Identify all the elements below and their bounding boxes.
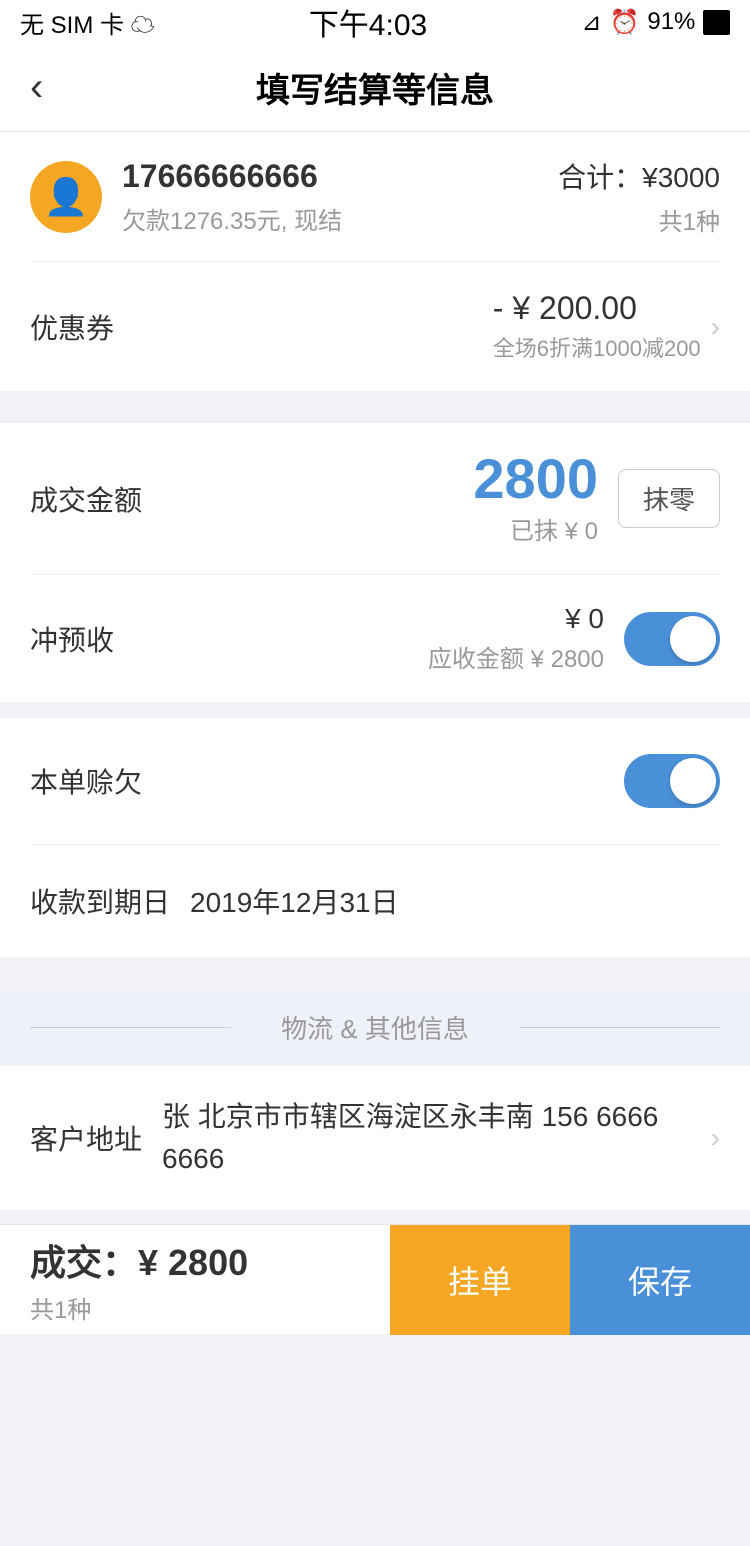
address-row[interactable]: 客户地址 张 北京市市辖区海淀区永丰南 156 6666 6666 › (30, 1066, 720, 1210)
address-label: 客户地址 (30, 1118, 142, 1158)
address-section: 客户地址 张 北京市市辖区海淀区永丰南 156 6666 6666 › (0, 1066, 750, 1210)
toggle-knob (670, 616, 716, 662)
prepay-amount-block: ¥ 0 应收金额 ¥ 2800 (428, 603, 604, 674)
deal-section: 成交金额 2800 已抹 ¥ 0 抹零 冲预收 ¥ 0 应收金额 ¥ 2800 (0, 423, 750, 702)
bad-debt-toggle-knob (670, 758, 716, 804)
logistics-title: 物流 & 其他信息 (281, 1009, 469, 1046)
due-date-label: 收款到期日 (30, 881, 170, 921)
prepay-row: 冲预收 ¥ 0 应收金额 ¥ 2800 (30, 574, 720, 702)
nav-bar: ‹ 填写结算等信息 (0, 44, 750, 132)
bottom-count: 共1种 (30, 1290, 360, 1325)
battery-level: 91% (647, 8, 695, 36)
coupon-right: - ¥ 200.00 全场6折满1000减200 › (493, 290, 720, 363)
bad-debt-toggle[interactable] (624, 754, 720, 808)
chevron-right-icon: › (711, 311, 720, 343)
user-phone: 17666666666 (122, 158, 342, 195)
user-info: 17666666666 欠款1276.35元, 现结 (122, 158, 342, 236)
deal-label: 成交金额 (30, 479, 142, 519)
item-count: 共1种 (558, 202, 720, 237)
save-button[interactable]: 保存 (570, 1225, 750, 1335)
section-separator-2 (0, 702, 750, 718)
logistics-line-left (30, 1027, 231, 1028)
user-row: 👤 17666666666 欠款1276.35元, 现结 合计：¥3000 共1… (30, 132, 720, 261)
logistics-separator (0, 973, 750, 989)
prepay-amount: ¥ 0 (428, 603, 604, 635)
bottom-deal-row: 成交：¥ 2800 (30, 1234, 360, 1286)
coupon-right-text: - ¥ 200.00 全场6折满1000减200 (493, 290, 701, 363)
deal-amount-block: 2800 已抹 ¥ 0 (473, 451, 598, 546)
location-icon: ⊿ (581, 8, 601, 37)
page-title: 填写结算等信息 (256, 63, 494, 112)
deal-amount: 2800 (473, 451, 598, 507)
deal-sub: 已抹 ¥ 0 (473, 511, 598, 546)
status-left: 无 SIM 卡 ☁ (20, 5, 155, 40)
sim-status: 无 SIM 卡 ☁ (20, 5, 155, 40)
back-button[interactable]: ‹ (30, 65, 43, 110)
bottom-bar: 成交：¥ 2800 共1种 挂单 保存 (0, 1224, 750, 1334)
deal-right: 2800 已抹 ¥ 0 抹零 (473, 451, 720, 546)
avatar: 👤 (30, 161, 102, 233)
coupon-discount: - ¥ 200.00 (493, 290, 701, 327)
user-card: 👤 17666666666 欠款1276.35元, 现结 合计：¥3000 共1… (0, 132, 750, 391)
battery-icon: ▓ (703, 10, 730, 35)
bottom-deal-amount: ¥ 2800 (138, 1242, 248, 1283)
deal-row: 成交金额 2800 已抹 ¥ 0 抹零 (30, 423, 720, 574)
hang-button[interactable]: 挂单 (390, 1225, 570, 1335)
bottom-deal-label: 成交： (30, 1242, 138, 1283)
bad-debt-section: 本单赊欠 收款到期日 2019年12月31日 (0, 718, 750, 957)
user-sub: 欠款1276.35元, 现结 (122, 201, 342, 236)
logistics-line-right (519, 1027, 720, 1028)
prepay-label: 冲预收 (30, 619, 114, 659)
total-amount: 合计：¥3000 (558, 156, 720, 196)
status-bar: 无 SIM 卡 ☁ 下午4:03 ⊿ ⏰ 91% ▓ (0, 0, 750, 44)
status-right: ⊿ ⏰ 91% ▓ (581, 8, 730, 37)
coupon-label: 优惠券 (30, 307, 114, 347)
status-time: 下午4:03 (309, 0, 427, 44)
address-chevron-icon: › (711, 1122, 720, 1154)
user-total: 合计：¥3000 共1种 (558, 156, 720, 237)
bad-debt-label: 本单赊欠 (30, 761, 142, 801)
coupon-desc: 全场6折满1000减200 (493, 331, 701, 363)
bad-debt-row: 本单赊欠 (30, 718, 720, 844)
alarm-icon: ⏰ (609, 8, 639, 37)
prepay-sub: 应收金额 ¥ 2800 (428, 639, 604, 674)
prepay-right: ¥ 0 应收金额 ¥ 2800 (428, 603, 720, 674)
bottom-summary: 成交：¥ 2800 共1种 (0, 1234, 390, 1325)
due-date-value: 2019年12月31日 (190, 881, 399, 921)
due-date-row: 收款到期日 2019年12月31日 (30, 845, 720, 957)
address-value: 张 北京市市辖区海淀区永丰南 156 6666 6666 (162, 1096, 691, 1180)
logistics-header: 物流 & 其他信息 (0, 989, 750, 1066)
coupon-row[interactable]: 优惠券 - ¥ 200.00 全场6折满1000减200 › (30, 262, 720, 391)
prepay-toggle[interactable] (624, 612, 720, 666)
section-separator (0, 407, 750, 423)
user-left: 👤 17666666666 欠款1276.35元, 现结 (30, 158, 342, 236)
round-button[interactable]: 抹零 (618, 469, 720, 528)
